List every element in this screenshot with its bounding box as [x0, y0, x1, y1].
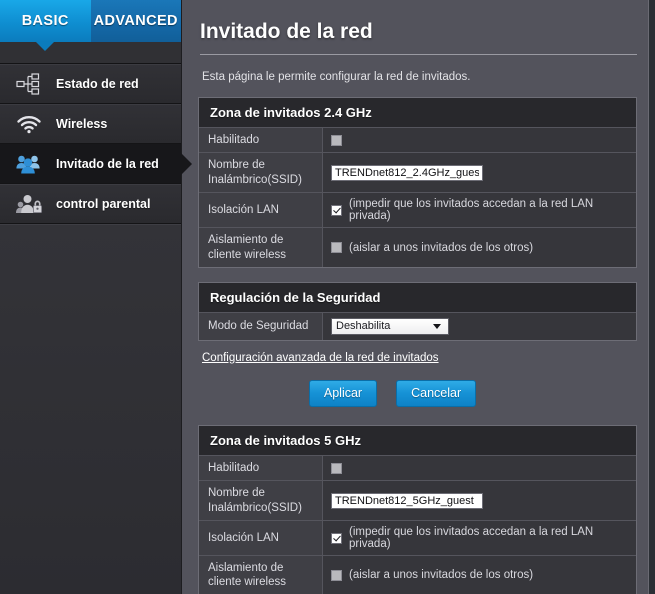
row-client-isolation-24: Aislamiento de cliente wireless (aislar …: [199, 228, 636, 267]
row-value: Deshabilita: [323, 312, 636, 340]
row-value: (aislar a unos invitados de los otros): [323, 228, 636, 267]
window-right-edge: [648, 0, 655, 594]
sidebar-item-estado-de-red[interactable]: Estado de red: [0, 64, 181, 104]
action-buttons: Aplicar Cancelar: [198, 379, 637, 407]
row-value: [323, 481, 636, 520]
sidebar-item-label: Wireless: [56, 117, 108, 131]
page-description: Esta página le permite configurar la red…: [202, 71, 471, 83]
security-settings-24ghz-section: Regulación de la Seguridad Modo de Segur…: [198, 281, 637, 341]
security-mode-value: Deshabilita: [336, 320, 391, 333]
row-label: Aislamiento de cliente wireless: [199, 556, 323, 594]
users-group-icon: [14, 151, 44, 177]
tab-underline-strip: [0, 42, 181, 64]
row-value: [323, 455, 636, 481]
client-isolation-checkbox-24[interactable]: [331, 242, 342, 253]
client-isolation-checkbox-5[interactable]: [331, 569, 342, 581]
row-label: Nombre de Inalámbrico(SSID): [199, 481, 323, 520]
sidebar-menu: Estado de red Wireless Invitado de la re…: [0, 64, 192, 224]
guest-zone-24ghz-section: Zona de invitados 2.4 GHz Habilitado Nom…: [198, 97, 637, 268]
lan-isolation-hint: (impedir que los invitados accedan a la …: [349, 526, 594, 550]
row-lan-isolation-24: Isolación LAN (impedir que los invitados…: [199, 193, 636, 229]
lan-isolation-checkbox-24[interactable]: [331, 204, 342, 216]
section-heading: Regulación de la Seguridad: [199, 282, 636, 313]
apply-button[interactable]: Aplicar: [308, 379, 378, 407]
row-label: Habilitado: [199, 128, 323, 153]
sidebar-item-label: Invitado de la red: [56, 157, 159, 171]
client-isolation-hint: (aislar a unos invitados de los otros): [349, 569, 534, 582]
ssid-input-5[interactable]: [331, 492, 483, 509]
wifi-icon: [14, 111, 44, 137]
sidebar-item-label: control parental: [56, 197, 151, 211]
ssid-input-24[interactable]: [331, 164, 483, 181]
sidebar-item-invitado-de-la-red[interactable]: Invitado de la red: [0, 144, 192, 184]
client-isolation-hint: (aislar a unos invitados de los otros): [349, 241, 534, 254]
row-label: Isolación LAN: [199, 193, 323, 228]
row-enabled-5: Habilitado: [199, 455, 636, 482]
advanced-guest-network-link[interactable]: Configuración avanzada de la red de invi…: [202, 352, 439, 364]
lan-isolation-hint: (impedir que los invitados accedan a la …: [349, 198, 594, 223]
section-heading: Zona de invitados 2.4 GHz: [199, 98, 636, 128]
tab-advanced[interactable]: ADVANCED: [90, 0, 181, 42]
row-ssid-24: Nombre de Inalámbrico(SSID): [199, 153, 636, 194]
main-content-panel: Invitado de la red Esta página le permit…: [182, 0, 655, 594]
row-value: (aislar a unos invitados de los otros): [323, 556, 636, 594]
page-title: Invitado de la red: [200, 20, 373, 43]
section-heading: Zona de invitados 5 GHz: [199, 425, 636, 456]
row-client-isolation-5: Aislamiento de cliente wireless (aislar …: [199, 556, 636, 594]
row-label: Habilitado: [199, 455, 323, 481]
sidebar-item-label: Estado de red: [56, 77, 139, 91]
row-label: Nombre de Inalámbrico(SSID): [199, 153, 323, 193]
row-value: (impedir que los invitados accedan a la …: [323, 193, 636, 228]
tab-basic[interactable]: BASIC: [0, 0, 91, 51]
guest-zone-5ghz-section: Zona de invitados 5 GHz Habilitado Nombr…: [198, 424, 637, 594]
parental-lock-icon: [14, 191, 44, 217]
row-label: Aislamiento de cliente wireless: [199, 228, 323, 267]
chevron-down-icon: [433, 323, 441, 329]
row-lan-isolation-5: Isolación LAN (impedir que los invitados…: [199, 521, 636, 556]
enabled-checkbox-24[interactable]: [331, 134, 342, 146]
row-label: Isolación LAN: [199, 521, 323, 555]
row-ssid-5: Nombre de Inalámbrico(SSID): [199, 481, 636, 521]
router-admin-window: BASIC ADVANCED Estado de red Wireless In…: [0, 0, 655, 594]
title-divider: [200, 54, 637, 55]
row-security-mode-24: Modo de Seguridad Deshabilita: [199, 312, 636, 340]
row-label: Modo de Seguridad: [199, 312, 323, 340]
network-status-icon: [14, 71, 44, 97]
lan-isolation-checkbox-5[interactable]: [331, 532, 342, 544]
security-mode-select-24[interactable]: Deshabilita: [331, 317, 449, 335]
row-enabled-24: Habilitado: [199, 128, 636, 154]
enabled-checkbox-5[interactable]: [331, 462, 342, 474]
tab-advanced-label: ADVANCED: [93, 13, 178, 29]
row-value: [323, 128, 636, 153]
sidebar-empty-area: [0, 224, 181, 594]
row-value: (impedir que los invitados accedan a la …: [323, 521, 636, 555]
sidebar-item-wireless[interactable]: Wireless: [0, 104, 181, 144]
sidebar-item-control-parental[interactable]: control parental: [0, 184, 181, 224]
left-navigation-panel: BASIC ADVANCED Estado de red Wireless In…: [0, 0, 192, 594]
row-value: [323, 153, 636, 193]
mode-tabs: BASIC ADVANCED: [0, 0, 181, 51]
tab-basic-label: BASIC: [21, 13, 69, 29]
cancel-button[interactable]: Cancelar: [396, 379, 477, 407]
